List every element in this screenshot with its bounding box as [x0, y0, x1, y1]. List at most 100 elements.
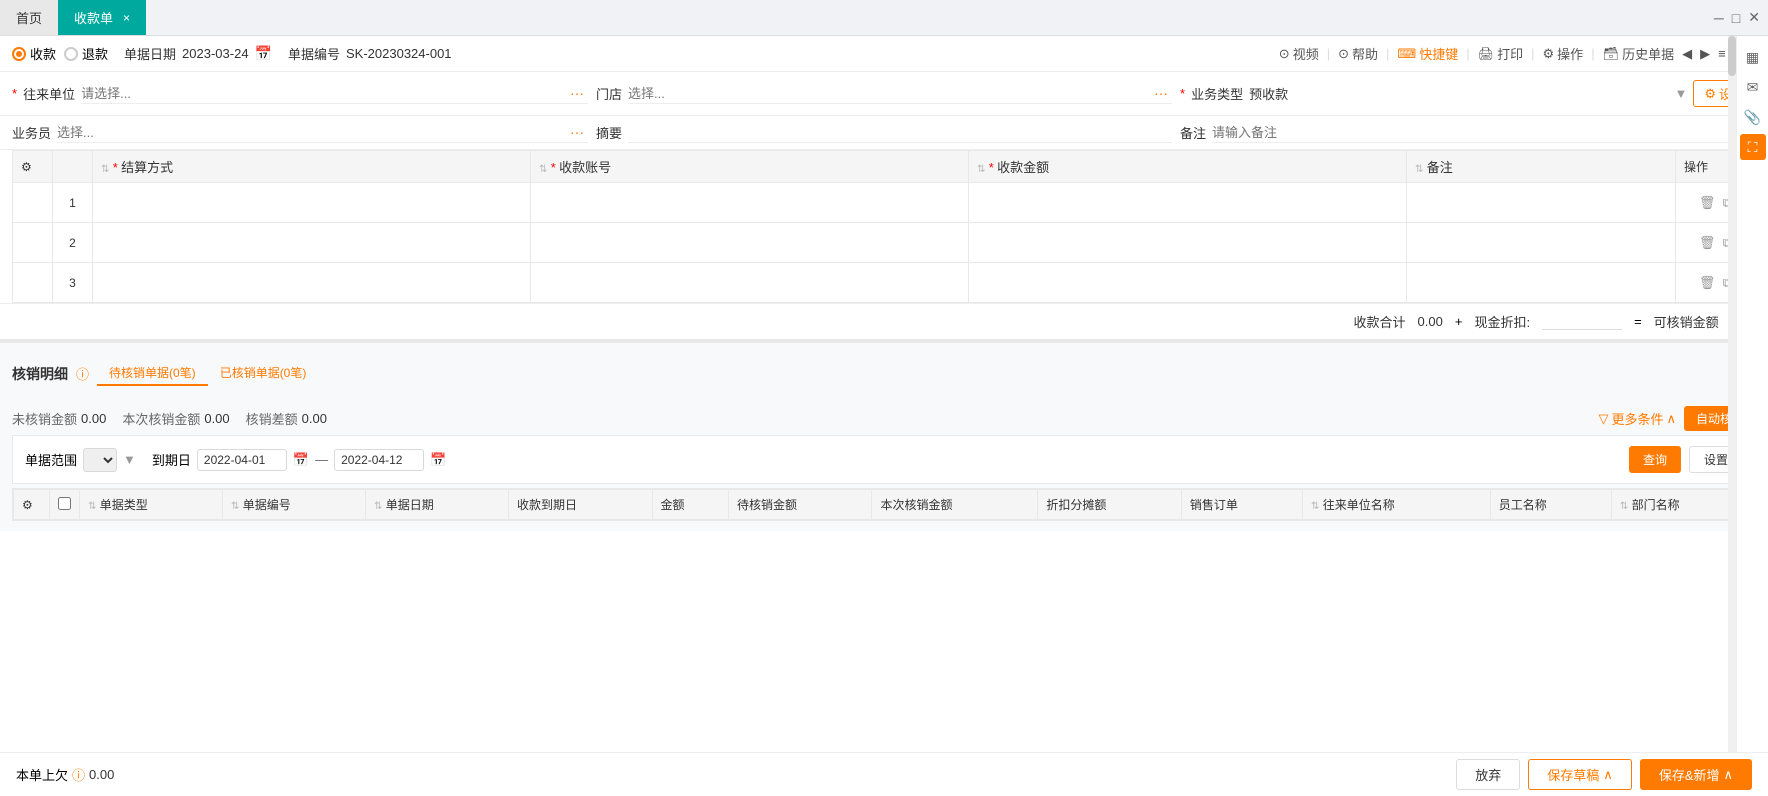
- radio-refund[interactable]: 退款: [64, 44, 108, 63]
- table-row: 2 🗑 ⧉: [13, 223, 1756, 263]
- discount-input[interactable]: [1542, 314, 1622, 330]
- col-sales-order: 销售订单: [1181, 490, 1302, 520]
- due-date-label: 到期日: [152, 450, 191, 469]
- select-all-checkbox[interactable]: [58, 497, 71, 510]
- history-label: 历史单据: [1622, 44, 1674, 63]
- toolbar-history[interactable]: 🗃 历史单据: [1603, 44, 1675, 63]
- table-row: 1 🗑 ⧉: [13, 183, 1756, 223]
- range-select[interactable]: [83, 448, 117, 472]
- col-doc-date: ⇅ 单据日期: [366, 490, 509, 520]
- summary-input[interactable]: [628, 125, 1172, 140]
- help-icon: ⊙: [1338, 46, 1349, 62]
- staff-input[interactable]: [57, 125, 566, 140]
- row-remark-1[interactable]: [1407, 183, 1676, 223]
- col-due-date: 收款到期日: [509, 490, 653, 520]
- uncancelled-value: 0.00: [81, 411, 106, 426]
- toolbar-nav-left[interactable]: ◀: [1682, 46, 1692, 62]
- toolbar-shortcut[interactable]: ⌨ 快捷键: [1397, 44, 1458, 63]
- account-label: 收款账号: [559, 160, 611, 175]
- remark-col-label: 备注: [1427, 160, 1453, 175]
- filter-icon: ▽: [1598, 411, 1608, 427]
- window-controls: ─ □ ✕: [1714, 9, 1768, 26]
- col-checkbox[interactable]: [50, 490, 80, 520]
- due-date-field: 到期日 📅 — 📅: [152, 449, 446, 471]
- counterpart-input[interactable]: [81, 86, 566, 101]
- toolbar-video[interactable]: ⊙ 视频: [1279, 44, 1319, 63]
- col-settings-bottom[interactable]: ⚙: [14, 490, 50, 520]
- sidebar-screen-icon[interactable]: ⛶: [1740, 134, 1766, 160]
- minimize-button[interactable]: ─: [1714, 10, 1724, 26]
- row-payment-3[interactable]: [93, 263, 531, 303]
- row-account-3[interactable]: [531, 263, 969, 303]
- remark-input-wrapper: [1212, 123, 1756, 143]
- main-content: 收款 退款 单据日期 2023-03-24 📅 单据编号 SK-20230324…: [0, 36, 1768, 796]
- toolbar-ops[interactable]: ⚙ 操作: [1543, 44, 1584, 63]
- staff-field: 业务员 ···: [12, 122, 588, 143]
- remark-input[interactable]: [1212, 125, 1756, 140]
- payment-method-label: 结算方式: [121, 160, 173, 175]
- delete-row-1[interactable]: 🗑: [1699, 195, 1716, 210]
- date-calendar-from[interactable]: 📅: [293, 452, 309, 468]
- tab-done[interactable]: 已核销单据(0笔): [208, 361, 319, 386]
- row-account-2[interactable]: [531, 223, 969, 263]
- maximize-button[interactable]: □: [1732, 10, 1740, 26]
- col-settings-header[interactable]: ⚙: [13, 151, 53, 183]
- row-account-1[interactable]: [531, 183, 969, 223]
- range-label: 单据范围: [25, 450, 77, 469]
- delete-row-3[interactable]: 🗑: [1699, 275, 1716, 290]
- col-num-header: [53, 151, 93, 183]
- tab-pending[interactable]: 待核销单据(0笔): [97, 361, 208, 386]
- list-view-icon: ≡: [1718, 46, 1726, 61]
- close-button[interactable]: ✕: [1748, 9, 1760, 26]
- staff-ellipsis[interactable]: ···: [566, 124, 588, 140]
- row-payment-2[interactable]: [93, 223, 531, 263]
- counterpart-ellipsis[interactable]: ···: [566, 85, 588, 101]
- tab-home[interactable]: 首页: [0, 0, 58, 35]
- history-icon: 🗃: [1603, 46, 1620, 62]
- ops-label: 操作: [1557, 44, 1583, 63]
- toolbar-list-view[interactable]: ≡: [1718, 46, 1726, 61]
- row-amount-2[interactable]: [969, 223, 1407, 263]
- col-staff: 员工名称: [1490, 490, 1611, 520]
- radio-receipt[interactable]: 收款: [12, 44, 56, 63]
- number-label: 单据编号: [288, 44, 340, 63]
- tab-close-icon[interactable]: ×: [123, 11, 130, 25]
- delete-row-2[interactable]: 🗑: [1699, 235, 1716, 250]
- more-conditions-btn[interactable]: ▽ 更多条件 ∧: [1598, 409, 1676, 428]
- video-icon: ⊙: [1279, 46, 1290, 62]
- sidebar-table-icon[interactable]: ▦: [1740, 44, 1766, 70]
- due-date-to-input[interactable]: [334, 449, 424, 471]
- fields-row-2: 业务员 ··· 摘要 备注: [0, 116, 1768, 150]
- row-payment-1[interactable]: [93, 183, 531, 223]
- biz-type-chevron[interactable]: ▼: [1674, 86, 1687, 101]
- scrollbar[interactable]: [1728, 36, 1736, 752]
- toolbar-nav-right[interactable]: ▶: [1700, 46, 1710, 62]
- toolbar-print[interactable]: 🖨 打印: [1478, 44, 1524, 63]
- verify-info-icon[interactable]: ⓘ: [76, 364, 89, 383]
- store-ellipsis[interactable]: ···: [1150, 85, 1172, 101]
- date-calendar-to[interactable]: 📅: [430, 452, 446, 468]
- tab-receipt[interactable]: 收款单 ×: [58, 0, 146, 35]
- footer-info-icon[interactable]: ⓘ: [72, 765, 85, 784]
- number-field: 单据编号 SK-20230324-001: [288, 44, 452, 63]
- draft-button[interactable]: 保存草稿 ∧: [1528, 759, 1632, 790]
- row-amount-1[interactable]: [969, 183, 1407, 223]
- save-button[interactable]: 保存&新增 ∧: [1640, 759, 1752, 790]
- query-button[interactable]: 查询: [1629, 446, 1681, 473]
- tab-bar: 首页 收款单 × ─ □ ✕: [0, 0, 1768, 36]
- sidebar-attachment-icon[interactable]: 📎: [1740, 104, 1766, 130]
- discard-button[interactable]: 放弃: [1456, 759, 1520, 790]
- row-remark-3[interactable]: [1407, 263, 1676, 303]
- row-remark-2[interactable]: [1407, 223, 1676, 263]
- range-chevron: ▼: [123, 452, 136, 467]
- row-amount-3[interactable]: [969, 263, 1407, 303]
- store-input[interactable]: [628, 86, 1150, 101]
- date-calendar-icon[interactable]: 📅: [255, 45, 272, 62]
- toolbar-help[interactable]: ⊙ 帮助: [1338, 44, 1378, 63]
- scrollbar-thumb[interactable]: [1728, 36, 1736, 76]
- equals-sign: =: [1634, 314, 1642, 329]
- row-settings-1: [13, 183, 53, 223]
- sidebar-mail-icon[interactable]: ✉: [1740, 74, 1766, 100]
- due-date-from-input[interactable]: [197, 449, 287, 471]
- verify-title: 核销明细: [12, 364, 68, 384]
